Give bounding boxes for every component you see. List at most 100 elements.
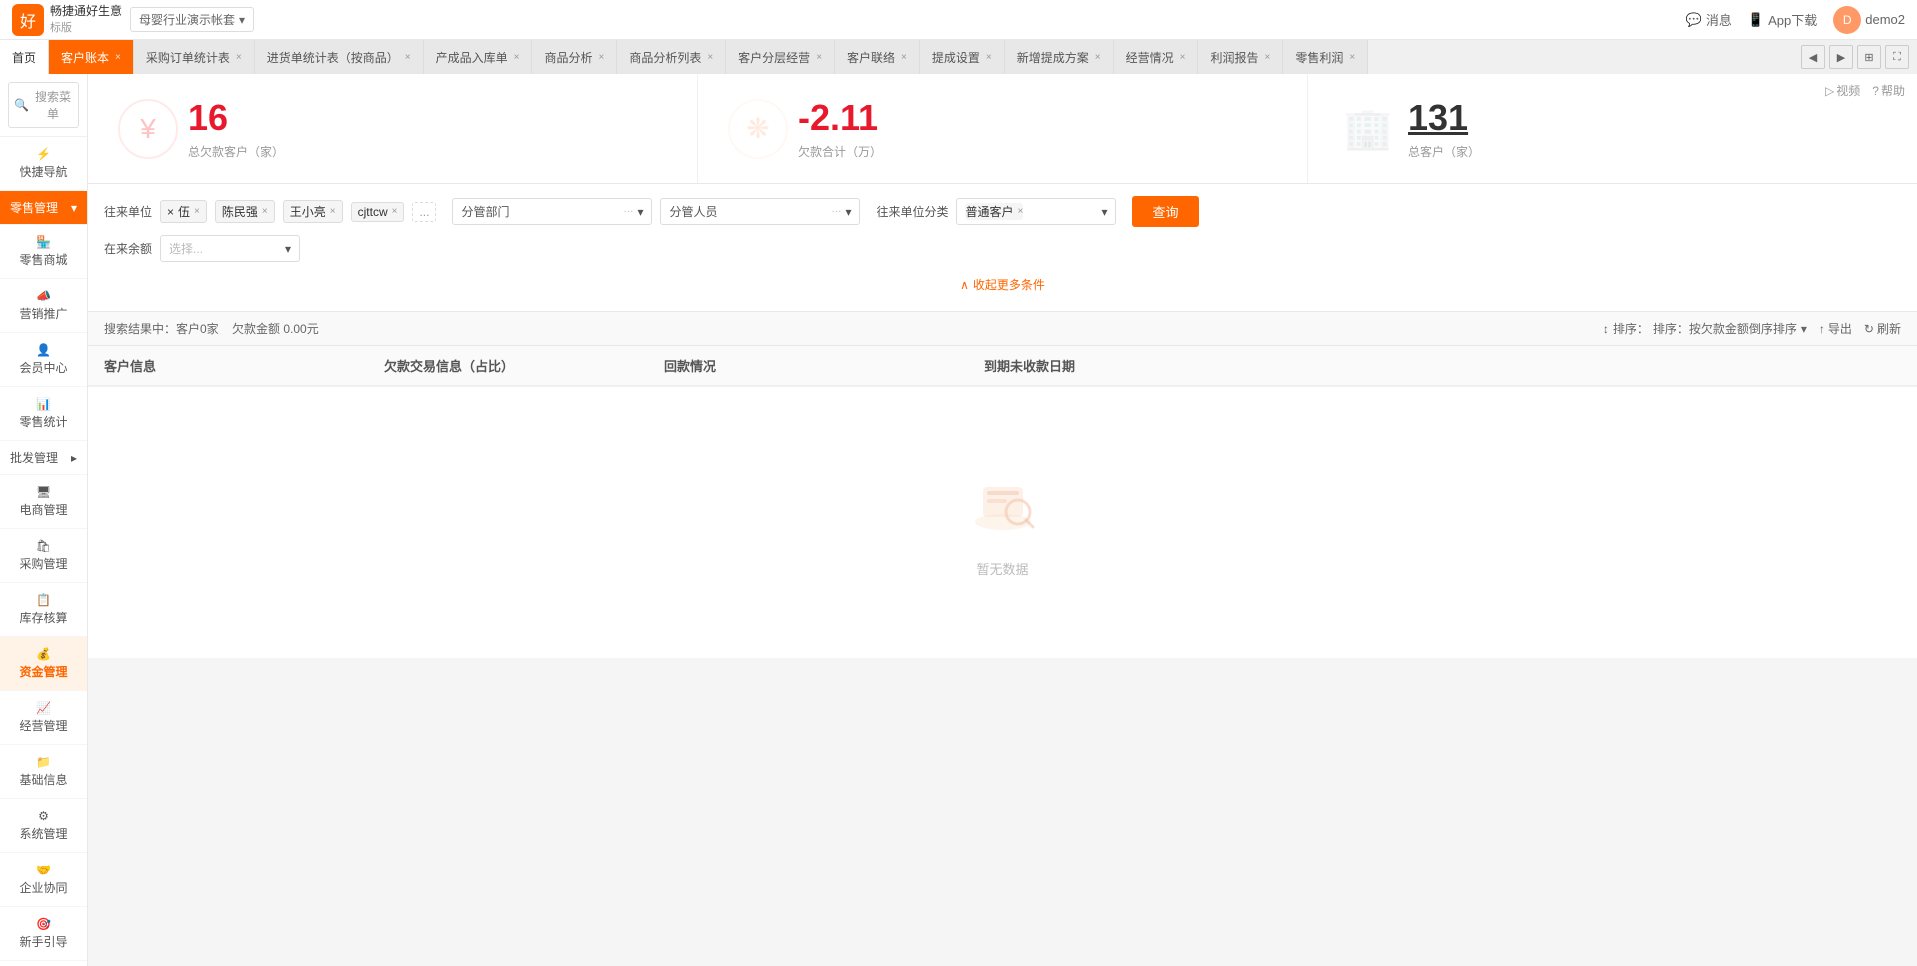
sidebar-item-retail-stat[interactable]: 📊 零售统计	[0, 387, 87, 441]
sidebar: 🔍 搜索菜单 ⚡ 快捷导航 零售管理 ▾ 🏪 零售商城 📣 营销推广 👤 会员中…	[0, 74, 88, 966]
tab-close-icon[interactable]: ×	[405, 52, 411, 63]
tab-close-icon[interactable]: ×	[1180, 52, 1186, 63]
sidebar-item-beginner[interactable]: 🎯 新手引导	[0, 907, 87, 961]
person-filter[interactable]: 分管人员 ··· ▾	[660, 198, 860, 225]
tag-close-btn[interactable]: ×	[392, 206, 398, 217]
tab-close-icon[interactable]: ×	[986, 52, 992, 63]
sidebar-search-btn[interactable]: 🔍 搜索菜单	[8, 82, 79, 128]
tab-close-icon[interactable]: ×	[816, 52, 822, 63]
nav-expand-btn[interactable]: ⊞	[1857, 45, 1881, 69]
sidebar-item-operation[interactable]: 📈 经营管理	[0, 691, 87, 745]
balance-filter-label: 在来余额	[104, 240, 152, 257]
tab-close-icon[interactable]: ×	[901, 52, 907, 63]
sidebar-item-marketing[interactable]: 📣 营销推广	[0, 279, 87, 333]
sort-chevron: ▾	[1801, 322, 1807, 336]
tab-close-icon[interactable]: ×	[1264, 52, 1270, 63]
stat-total-customers: ¥ 16 总欠款客户（家）	[88, 74, 698, 183]
tab-commission-settings[interactable]: 提成设置 ×	[920, 40, 1005, 74]
home-tab-label: 首页	[12, 49, 36, 66]
tab-new-commission[interactable]: 新增提成方案 ×	[1005, 40, 1114, 74]
tab-customer-contact[interactable]: 客户联络 ×	[835, 40, 920, 74]
export-btn[interactable]: ↑ 导出	[1819, 320, 1852, 337]
video-btn[interactable]: ▷ 视频	[1825, 82, 1860, 99]
person-filter-label: 分管人员	[669, 203, 717, 220]
tab-product-analysis-list[interactable]: 商品分析列表 ×	[617, 40, 726, 74]
category-chevron: ▾	[1101, 205, 1107, 219]
collapse-up-icon: ∧	[960, 278, 969, 292]
tag-close-btn[interactable]: ×	[194, 206, 200, 217]
unit-filter-label: 往来单位	[104, 203, 152, 220]
user-area[interactable]: D demo2	[1833, 6, 1905, 34]
category-filter[interactable]: 普通客户 × ▾	[956, 198, 1116, 225]
filter-row-2: 在来余额 选择... ▾	[104, 235, 1901, 262]
filter-more-btn[interactable]: ...	[412, 202, 436, 222]
tab-customer-layer[interactable]: 客户分层经营 ×	[726, 40, 835, 74]
tag-close-btn[interactable]: ×	[330, 206, 336, 217]
inventory-icon: 📋	[36, 593, 51, 607]
data-table: 客户信息 欠款交易信息（占比） 回款情况 到期未收款日期	[88, 346, 1917, 658]
category-tag-close[interactable]: ×	[1018, 206, 1024, 217]
sidebar-item-finance[interactable]: 💰 资金管理	[0, 637, 87, 691]
tab-purchase-order[interactable]: 采购订单统计表 ×	[134, 40, 255, 74]
nav-prev-btn[interactable]: ◀	[1801, 45, 1825, 69]
nav-tabs: 首页 客户账本 × 采购订单统计表 × 进货单统计表（按商品） × 产成品入库单…	[0, 40, 1917, 74]
tab-customer-account[interactable]: 客户账本 ×	[49, 40, 134, 74]
balance-filter[interactable]: 选择... ▾	[160, 235, 300, 262]
tab-close-icon[interactable]: ×	[598, 52, 604, 63]
sidebar-item-ecommerce[interactable]: 🖥 电商管理	[0, 475, 87, 529]
tab-close-icon[interactable]: ×	[236, 52, 242, 63]
refresh-btn[interactable]: ↻ 刷新	[1864, 320, 1901, 337]
stat3-value: 131	[1408, 97, 1480, 139]
person-chevron: ▾	[845, 205, 851, 219]
sidebar-item-retail-mgmt[interactable]: 零售管理 ▾	[0, 191, 87, 225]
sidebar-item-retail-mall[interactable]: 🏪 零售商城	[0, 225, 87, 279]
dept-filter[interactable]: 分管部门 ··· ▾	[452, 198, 652, 225]
tab-business-status[interactable]: 经营情况 ×	[1114, 40, 1199, 74]
sidebar-item-system[interactable]: ⚙ 系统管理	[0, 799, 87, 853]
tab-close-icon[interactable]: ×	[707, 52, 713, 63]
sidebar-item-app-center[interactable]: 📱 应用中心	[0, 961, 87, 966]
stat-debt-total: ❋ -2.11 欠款合计（万）	[698, 74, 1308, 183]
stat3-bg-icon: 🏢	[1338, 99, 1398, 159]
app-download-btn[interactable]: 📱 App下载	[1748, 10, 1817, 29]
messages-btn[interactable]: 💬 消息	[1686, 10, 1732, 29]
filter-tag-cjttcw: cjttcw ×	[351, 202, 405, 222]
help-btn[interactable]: ? 帮助	[1872, 82, 1905, 99]
tab-product-inbound[interactable]: 产成品入库单 ×	[424, 40, 533, 74]
empty-state: 暂无数据	[88, 387, 1917, 658]
basic-info-icon: 📁	[36, 755, 51, 769]
tab-label: 客户分层经营	[738, 49, 810, 66]
tab-close-icon[interactable]: ×	[115, 52, 121, 63]
sidebar-item-wholesale-mgmt[interactable]: 批发管理 ▸	[0, 441, 87, 475]
tag-close-btn[interactable]: ×	[262, 206, 268, 217]
tab-close-icon[interactable]: ×	[1095, 52, 1101, 63]
tab-label: 商品分析	[544, 49, 592, 66]
tab-label: 产成品入库单	[436, 49, 508, 66]
sidebar-item-basic-info[interactable]: 📁 基础信息	[0, 745, 87, 799]
sidebar-item-purchase[interactable]: 🛍 采购管理	[0, 529, 87, 583]
account-selector[interactable]: 母婴行业演示帐套 ▾	[130, 7, 254, 32]
dept-more-dots: ···	[623, 206, 633, 217]
system-label: 系统管理	[19, 825, 67, 842]
tag-text: ×	[167, 205, 174, 219]
tab-close-icon[interactable]: ×	[514, 52, 520, 63]
tab-close-icon[interactable]: ×	[1349, 52, 1355, 63]
filter-tag-chen: 陈民强 ×	[215, 200, 275, 223]
tab-retail-profit[interactable]: 零售利润 ×	[1283, 40, 1368, 74]
operation-icon: 📈	[36, 701, 51, 715]
tab-purchase-stat[interactable]: 进货单统计表（按商品） ×	[255, 40, 424, 74]
tab-profit-report[interactable]: 利润报告 ×	[1198, 40, 1283, 74]
sort-btn[interactable]: ↕ 排序： 排序：按欠款金额倒序排序 ▾	[1603, 320, 1807, 337]
nav-next-btn[interactable]: ▶	[1829, 45, 1853, 69]
sidebar-item-enterprise-collab[interactable]: 🤝 企业协同	[0, 853, 87, 907]
query-button[interactable]: 查询	[1132, 196, 1198, 227]
dept-chevron: ▾	[637, 205, 643, 219]
sidebar-item-inventory[interactable]: 📋 库存核算	[0, 583, 87, 637]
sidebar-item-quick-nav[interactable]: ⚡ 快捷导航	[0, 137, 87, 191]
tab-home[interactable]: 首页	[0, 40, 49, 74]
tab-product-analysis[interactable]: 商品分析 ×	[532, 40, 617, 74]
sidebar-item-member[interactable]: 👤 会员中心	[0, 333, 87, 387]
collapse-btn[interactable]: ∧ 收起更多条件	[104, 270, 1901, 299]
nav-fullscreen-btn[interactable]: ⛶	[1885, 45, 1909, 69]
refresh-icon: ↻	[1864, 322, 1874, 336]
